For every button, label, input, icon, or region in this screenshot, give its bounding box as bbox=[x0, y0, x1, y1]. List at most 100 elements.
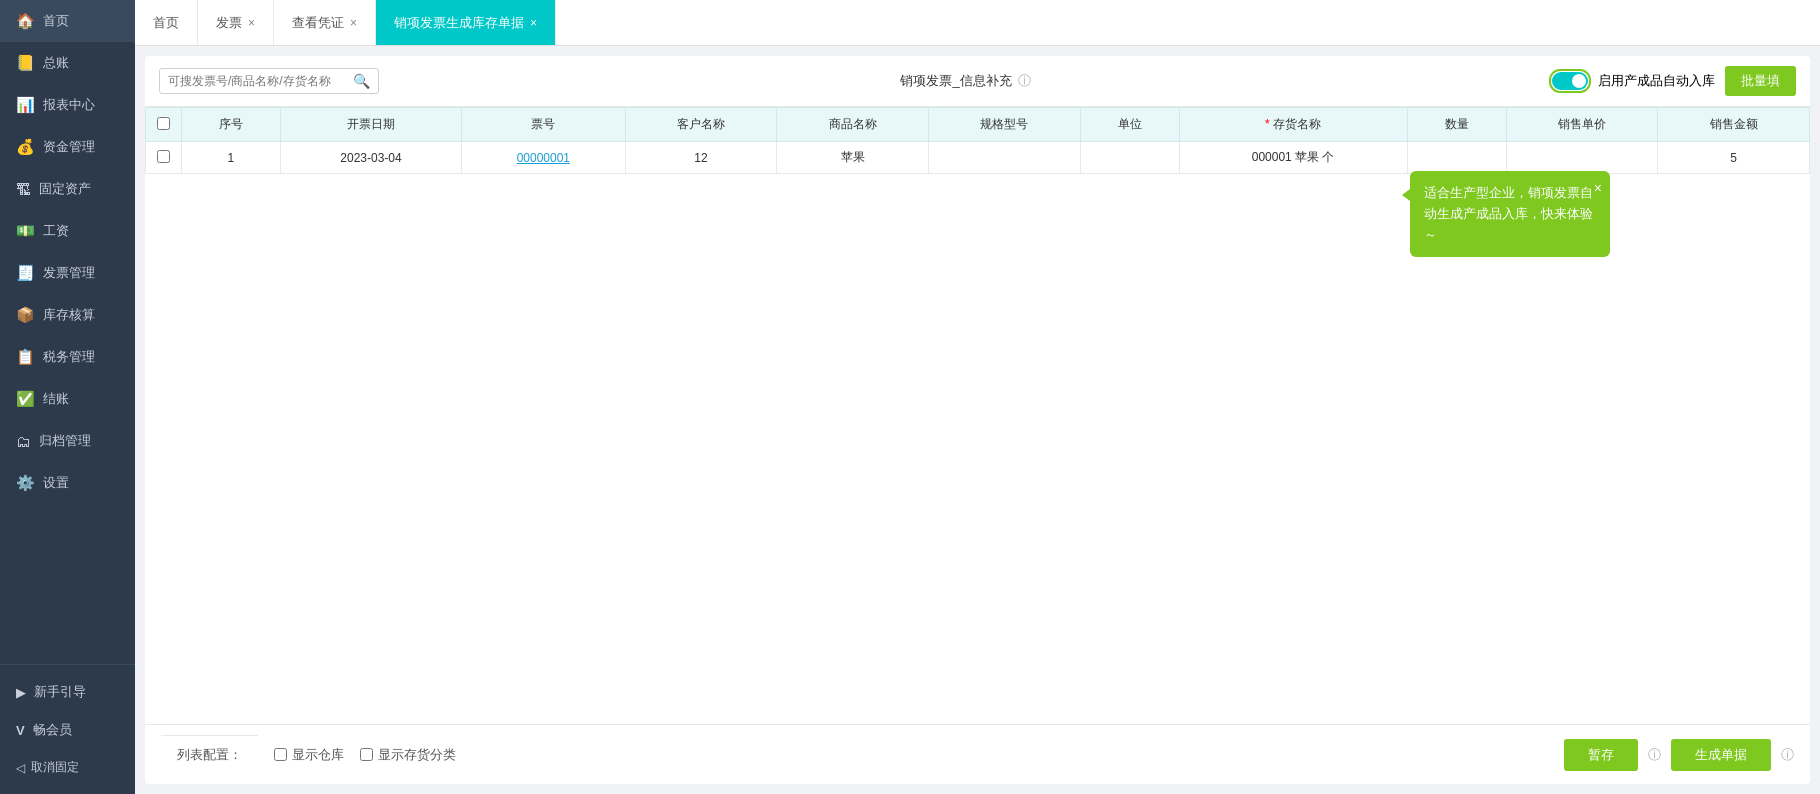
archive-icon: 🗂 bbox=[16, 433, 31, 450]
sidebar-item-vip[interactable]: V 畅会员 bbox=[0, 711, 135, 749]
sidebar-item-general-ledger[interactable]: 📒 总账 bbox=[0, 42, 135, 84]
sidebar-label-home: 首页 bbox=[43, 12, 69, 30]
sidebar-label-assets: 固定资产 bbox=[39, 180, 91, 198]
select-all-checkbox[interactable] bbox=[157, 117, 170, 130]
tab-voucher-close[interactable]: × bbox=[350, 16, 357, 30]
main-area: 首页 发票 × 查看凭证 × 销项发票生成库存单据 × 🔍 销项发票_信息补充 … bbox=[135, 0, 1820, 794]
th-qty: 数量 bbox=[1407, 108, 1506, 142]
sidebar-label-payroll: 工资 bbox=[43, 222, 69, 240]
tooltip-close-button[interactable]: × bbox=[1594, 177, 1602, 199]
table-header-row: 序号 开票日期 票号 客户名称 商品名称 规格型号 单位 * 存货名称 数量 销… bbox=[146, 108, 1810, 142]
sidebar-item-archive[interactable]: 🗂 归档管理 bbox=[0, 420, 135, 462]
row-seq: 1 bbox=[182, 142, 281, 174]
sidebar-fix-toggle[interactable]: ◁ 取消固定 bbox=[0, 749, 135, 786]
report-icon: 📊 bbox=[16, 96, 35, 114]
th-number: 票号 bbox=[462, 108, 626, 142]
show-warehouse-checkbox[interactable] bbox=[274, 748, 287, 761]
sidebar-item-home[interactable]: 🏠 首页 bbox=[0, 0, 135, 42]
row-inventory: 000001 苹果 个 bbox=[1179, 142, 1407, 174]
sidebar-item-tax-management[interactable]: 📋 税务管理 bbox=[0, 336, 135, 378]
th-customer: 客户名称 bbox=[625, 108, 777, 142]
th-unit: 单位 bbox=[1080, 108, 1179, 142]
toggle-label: 启用产成品自动入库 bbox=[1598, 72, 1715, 90]
tab-cancel-invoice[interactable]: 销项发票生成库存单据 × bbox=[376, 0, 556, 45]
search-input[interactable] bbox=[168, 74, 347, 88]
show-category-checkbox[interactable] bbox=[360, 748, 373, 761]
show-warehouse-text: 显示仓库 bbox=[292, 746, 344, 764]
row-number-link[interactable]: 00000001 bbox=[517, 151, 570, 165]
row-unit bbox=[1080, 142, 1179, 174]
tab-voucher[interactable]: 查看凭证 × bbox=[274, 0, 376, 45]
tab-voucher-label: 查看凭证 bbox=[292, 14, 344, 32]
vip-icon: V bbox=[16, 723, 25, 738]
save-info-icon[interactable]: ⓘ bbox=[1648, 746, 1661, 764]
row-number[interactable]: 00000001 bbox=[462, 142, 626, 174]
th-seq: 序号 bbox=[182, 108, 281, 142]
show-category-text: 显示存货分类 bbox=[378, 746, 456, 764]
sidebar-label-archive: 归档管理 bbox=[39, 432, 91, 450]
assets-icon: 🏗 bbox=[16, 181, 31, 198]
show-category-label[interactable]: 显示存货分类 bbox=[360, 746, 456, 764]
sidebar-item-inventory[interactable]: 📦 库存核算 bbox=[0, 294, 135, 336]
row-checkbox-cell bbox=[146, 142, 182, 174]
tab-home-label: 首页 bbox=[153, 14, 179, 32]
sidebar-item-beginner[interactable]: ▶ 新手引导 bbox=[0, 673, 135, 711]
bottom-bar: 列表配置： 显示仓库 显示存货分类 暂存 ⓘ 生成单据 ⓘ bbox=[145, 724, 1810, 784]
sidebar-item-invoice-management[interactable]: 🧾 发票管理 bbox=[0, 252, 135, 294]
search-icon[interactable]: 🔍 bbox=[353, 73, 370, 89]
th-amount: 销售金额 bbox=[1658, 108, 1810, 142]
sidebar-item-report-center[interactable]: 📊 报表中心 bbox=[0, 84, 135, 126]
bottom-actions: 暂存 ⓘ 生成单据 ⓘ bbox=[1564, 739, 1794, 771]
table-row: 1 2023-03-04 00000001 12 苹果 000001 苹果 个 … bbox=[146, 142, 1810, 174]
ledger-icon: 📒 bbox=[16, 54, 35, 72]
toolbar-info: 销项发票_信息补充 ⓘ bbox=[391, 72, 1540, 90]
save-button[interactable]: 暂存 bbox=[1564, 739, 1638, 771]
toolbar-right: 启用产成品自动入库 批量填 bbox=[1552, 66, 1796, 96]
sidebar-label-report: 报表中心 bbox=[43, 96, 95, 114]
th-spec: 规格型号 bbox=[928, 108, 1080, 142]
tab-invoice[interactable]: 发票 × bbox=[198, 0, 274, 45]
toolbar: 🔍 销项发票_信息补充 ⓘ 启用产成品自动入库 批量填 bbox=[145, 56, 1810, 107]
search-box[interactable]: 🔍 bbox=[159, 68, 379, 94]
row-amount: 5 bbox=[1658, 142, 1810, 174]
tab-cancel-invoice-close[interactable]: × bbox=[530, 16, 537, 30]
tax-icon: 📋 bbox=[16, 348, 35, 366]
row-product: 苹果 bbox=[777, 142, 929, 174]
main-table: 序号 开票日期 票号 客户名称 商品名称 规格型号 单位 * 存货名称 数量 销… bbox=[145, 107, 1810, 174]
payroll-icon: 💵 bbox=[16, 222, 35, 240]
row-unit-price bbox=[1506, 142, 1658, 174]
generate-info-icon[interactable]: ⓘ bbox=[1781, 746, 1794, 764]
th-inventory-label: 存货名称 bbox=[1273, 117, 1321, 131]
toggle-switch[interactable] bbox=[1552, 72, 1588, 90]
inventory-icon: 📦 bbox=[16, 306, 35, 324]
sidebar-label-beginner: 新手引导 bbox=[34, 683, 86, 701]
th-unit-price: 销售单价 bbox=[1506, 108, 1658, 142]
row-checkbox[interactable] bbox=[157, 150, 170, 163]
th-product: 商品名称 bbox=[777, 108, 929, 142]
generate-button[interactable]: 生成单据 bbox=[1671, 739, 1771, 771]
sidebar-item-payroll[interactable]: 💵 工资 bbox=[0, 210, 135, 252]
sidebar-item-settlement[interactable]: ✅ 结账 bbox=[0, 378, 135, 420]
sidebar-label-ledger: 总账 bbox=[43, 54, 69, 72]
th-checkbox bbox=[146, 108, 182, 142]
sidebar-label-fund: 资金管理 bbox=[43, 138, 95, 156]
show-warehouse-label[interactable]: 显示仓库 bbox=[274, 746, 344, 764]
sidebar-label-invoice: 发票管理 bbox=[43, 264, 95, 282]
home-icon: 🏠 bbox=[16, 12, 35, 30]
tooltip-text: 适合生产型企业，销项发票自动生成产成品入库，快来体验～ bbox=[1424, 185, 1593, 242]
tab-bar: 首页 发票 × 查看凭证 × 销项发票生成库存单据 × bbox=[135, 0, 1820, 46]
info-question-icon[interactable]: ⓘ bbox=[1018, 72, 1031, 90]
sidebar-label-tax: 税务管理 bbox=[43, 348, 95, 366]
pin-icon: ◁ bbox=[16, 761, 25, 775]
beginner-icon: ▶ bbox=[16, 685, 26, 700]
tab-invoice-close[interactable]: × bbox=[248, 16, 255, 30]
row-qty bbox=[1407, 142, 1506, 174]
toggle-area bbox=[1552, 72, 1588, 90]
row-customer: 12 bbox=[625, 142, 777, 174]
batch-fill-button[interactable]: 批量填 bbox=[1725, 66, 1796, 96]
sidebar-item-settings[interactable]: ⚙️ 设置 bbox=[0, 462, 135, 504]
sidebar-item-fund-management[interactable]: 💰 资金管理 bbox=[0, 126, 135, 168]
tab-home[interactable]: 首页 bbox=[135, 0, 198, 45]
sidebar-bottom: ▶ 新手引导 V 畅会员 ◁ 取消固定 bbox=[0, 664, 135, 794]
sidebar-item-fixed-assets[interactable]: 🏗 固定资产 bbox=[0, 168, 135, 210]
